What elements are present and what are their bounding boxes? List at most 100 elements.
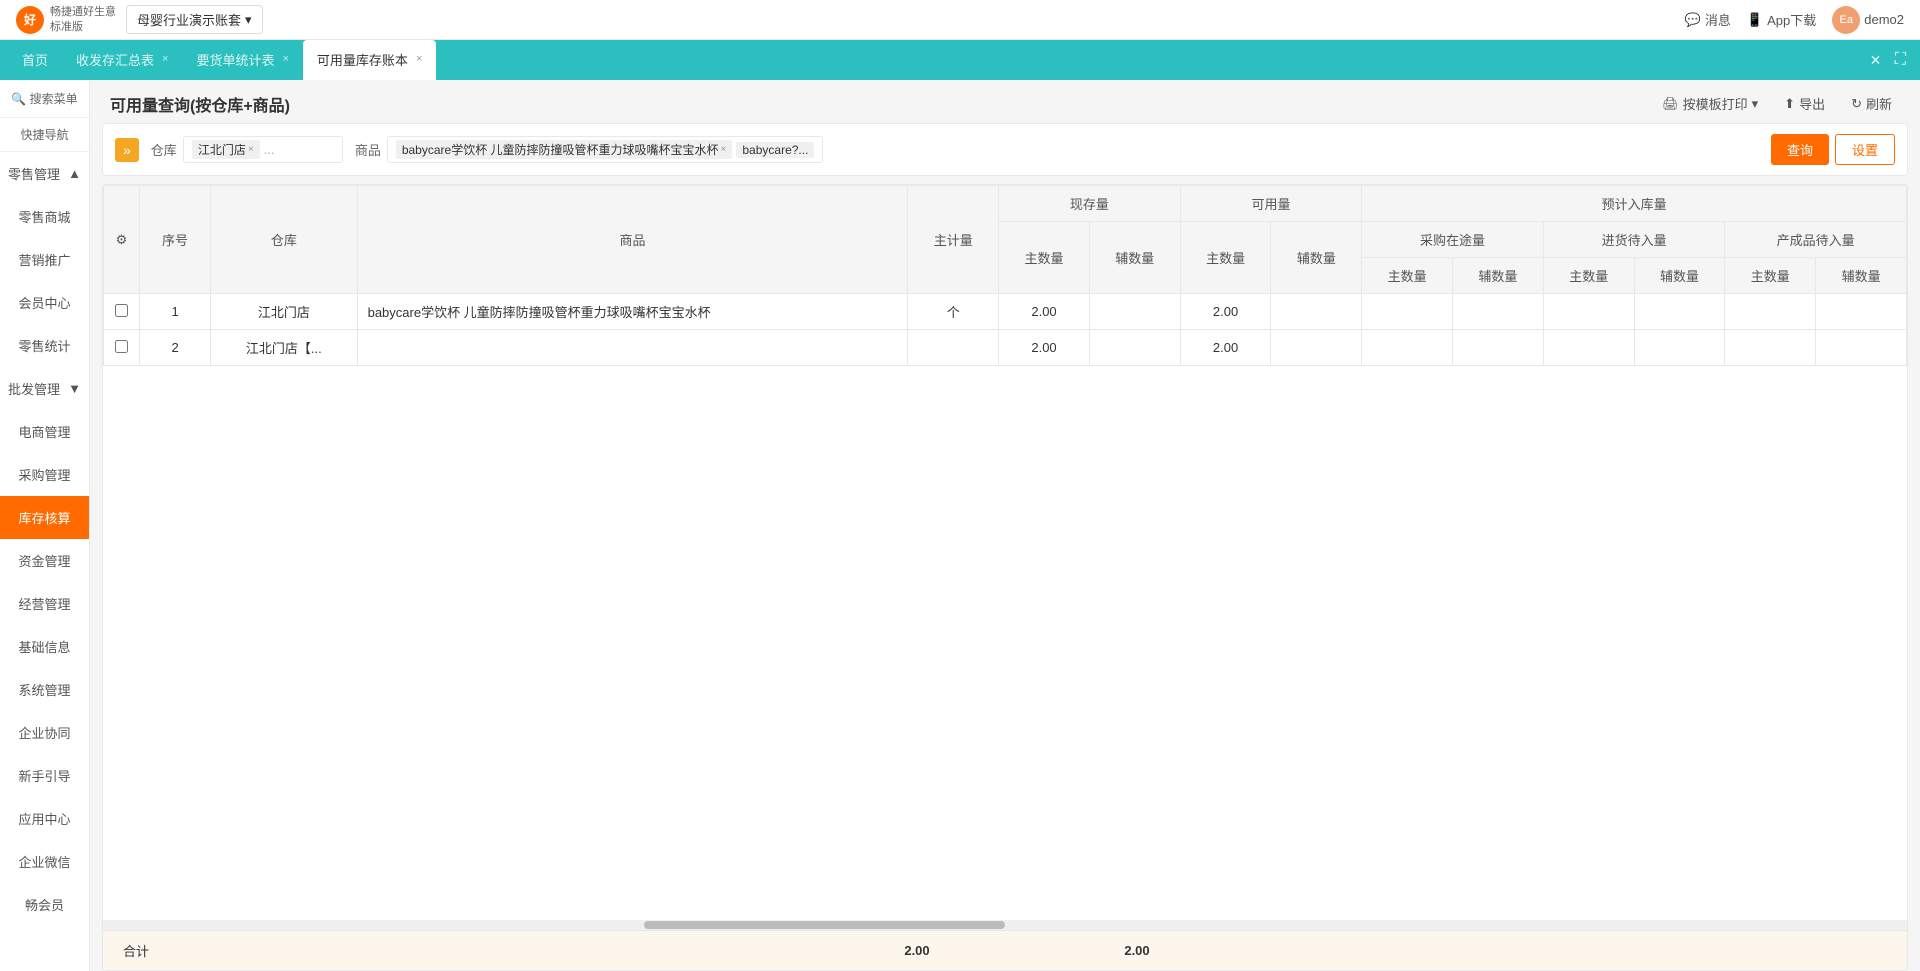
sidebar-item-inventory[interactable]: 库存核算	[0, 496, 89, 539]
cell-index: 2	[140, 330, 211, 366]
sidebar-item-operations[interactable]: 经营管理	[0, 582, 89, 625]
th-product-aux: 辅数量	[1816, 258, 1907, 294]
print-btn[interactable]: 🖨 按模板打印 ▾	[1654, 90, 1766, 117]
logo-text: 畅捷通好生意 标准版	[50, 5, 116, 34]
tab-close-order[interactable]: ×	[282, 53, 288, 65]
cell-main-unit: 个	[908, 294, 999, 330]
cell-warehouse: 江北门店	[211, 294, 357, 330]
cell-product	[357, 330, 908, 366]
message-icon: 💬	[1685, 12, 1701, 28]
cell-inbound-main	[1543, 294, 1634, 330]
product-tag-1-remove[interactable]: ×	[721, 144, 727, 155]
cell-product: babycare学饮杯 儿童防摔防撞吸管杯重力球吸嘴杯宝宝水杯	[357, 294, 908, 330]
main-layout: 🔍 搜索菜单 快捷导航 零售管理 ▲ 零售商城 营销推广 会员中心 零售统计 批…	[0, 80, 1920, 971]
cell-inbound-aux	[1634, 330, 1725, 366]
sidebar-item-enterprise-wechat[interactable]: 企业微信	[0, 840, 89, 883]
avatar: Ea	[1832, 6, 1860, 34]
top-bar: 好 畅捷通好生意 标准版 母婴行业演示账套 ▾ 💬 消息 📱 App下载 Ea …	[0, 0, 1920, 40]
filter-buttons: 查询 设置	[1771, 134, 1895, 165]
cell-product-main	[1725, 330, 1816, 366]
th-gear[interactable]: ⚙	[104, 186, 140, 294]
chevron-icon: ▲	[68, 166, 81, 181]
cell-avail-aux	[1271, 294, 1362, 330]
cell-avail-main: 2.00	[1180, 330, 1271, 366]
sidebar-item-basic[interactable]: 基础信息	[0, 625, 89, 668]
th-purchase-transit: 采购在途量	[1362, 222, 1544, 258]
sidebar-item-wholesale-mgmt[interactable]: 批发管理 ▼	[0, 367, 89, 410]
cell-stock-aux	[1089, 294, 1180, 330]
warehouse-tag-container[interactable]: 江北门店 × ...	[183, 136, 343, 163]
sidebar-item-enterprise[interactable]: 企业协同	[0, 711, 89, 754]
setting-button[interactable]: 设置	[1835, 134, 1895, 165]
th-purchase-aux: 辅数量	[1453, 258, 1544, 294]
app-icon: 📱	[1747, 12, 1763, 28]
summary-label: 合计	[113, 941, 273, 960]
sidebar-item-vip[interactable]: 畅会员	[0, 883, 89, 926]
sidebar-search[interactable]: 🔍 搜索菜单	[0, 80, 89, 118]
sidebar-item-newbie[interactable]: 新手引导	[0, 754, 89, 797]
table-area: ⚙ 序号 仓库 商品 主计量 现存量 可用量 预计入库量 主数量 辅数量 主数量	[102, 184, 1908, 971]
sidebar-item-app-center[interactable]: 应用中心	[0, 797, 89, 840]
sidebar-item-retail-mall[interactable]: 零售商城	[0, 195, 89, 238]
org-selector[interactable]: 母婴行业演示账套 ▾	[126, 5, 263, 34]
cell-main-unit	[908, 330, 999, 366]
scrollbar[interactable]	[103, 920, 1907, 930]
cell-stock-main: 2.00	[999, 330, 1090, 366]
nav-tabs: 首页 收发存汇总表 × 要货单统计表 × 可用量库存账本 × × ⛶	[0, 40, 1920, 80]
warehouse-more[interactable]: ...	[264, 142, 275, 157]
close-all-tabs-btn[interactable]: ×	[1862, 40, 1889, 80]
top-bar-right: 💬 消息 📱 App下载 Ea demo2	[1685, 6, 1904, 34]
print-chevron-icon: ▾	[1752, 96, 1759, 112]
data-table: ⚙ 序号 仓库 商品 主计量 现存量 可用量 预计入库量 主数量 辅数量 主数量	[103, 185, 1907, 366]
tab-close-available[interactable]: ×	[416, 53, 422, 65]
cell-purchase-aux	[1453, 294, 1544, 330]
sidebar-item-retail-mgmt[interactable]: 零售管理 ▲	[0, 152, 89, 195]
page-actions: 🖨 按模板打印 ▾ ⬆ 导出 ↻ 刷新	[1654, 90, 1900, 117]
sidebar-item-system[interactable]: 系统管理	[0, 668, 89, 711]
warehouse-filter: 仓库 江北门店 × ...	[151, 136, 343, 163]
bottom-summary: 合计 2.00 2.00	[103, 930, 1907, 970]
cell-product-aux	[1816, 294, 1907, 330]
summary-avail-main: 2.00	[1077, 943, 1197, 958]
scrollbar-thumb	[644, 921, 1005, 929]
expand-filter-btn[interactable]: »	[115, 138, 139, 162]
tab-home[interactable]: 首页	[8, 40, 62, 80]
refresh-icon: ↻	[1851, 96, 1862, 112]
message-btn[interactable]: 💬 消息	[1685, 10, 1731, 29]
sidebar-item-marketing[interactable]: 营销推广	[0, 238, 89, 281]
gear-icon: ⚙	[116, 232, 128, 247]
tab-receive[interactable]: 收发存汇总表 ×	[62, 40, 182, 80]
tab-order[interactable]: 要货单统计表 ×	[182, 40, 302, 80]
sidebar-item-retail-stats[interactable]: 零售统计	[0, 324, 89, 367]
query-button[interactable]: 查询	[1771, 134, 1829, 165]
th-index: 序号	[140, 186, 211, 294]
sidebar-quick-nav[interactable]: 快捷导航	[0, 118, 89, 152]
th-inbound-main: 主数量	[1543, 258, 1634, 294]
refresh-btn[interactable]: ↻ 刷新	[1843, 90, 1900, 117]
cell-checkbox[interactable]	[104, 330, 140, 366]
th-inbound-aux: 辅数量	[1634, 258, 1725, 294]
product-tag-container[interactable]: babycare学饮杯 儿童防摔防撞吸管杯重力球吸嘴杯宝宝水杯 × babyca…	[387, 136, 824, 163]
th-avail-main: 主数量	[1180, 222, 1271, 294]
sidebar-item-purchase[interactable]: 采购管理	[0, 453, 89, 496]
export-btn[interactable]: ⬆ 导出	[1776, 90, 1833, 117]
tab-close-receive[interactable]: ×	[162, 53, 168, 65]
sidebar-item-member[interactable]: 会员中心	[0, 281, 89, 324]
cell-product-main	[1725, 294, 1816, 330]
table-row: 1 江北门店 babycare学饮杯 儿童防摔防撞吸管杯重力球吸嘴杯宝宝水杯 个…	[104, 294, 1907, 330]
table-row: 2 江北门店【... 2.00 2.00	[104, 330, 1907, 366]
sidebar-item-finance[interactable]: 资金管理	[0, 539, 89, 582]
th-available: 可用量	[1180, 186, 1362, 222]
cell-avail-aux	[1271, 330, 1362, 366]
user-area[interactable]: Ea demo2	[1832, 6, 1904, 34]
warehouse-tag-remove[interactable]: ×	[248, 144, 254, 155]
tab-available[interactable]: 可用量库存账本 ×	[303, 40, 436, 80]
cell-stock-aux	[1089, 330, 1180, 366]
sidebar-item-ecommerce[interactable]: 电商管理	[0, 410, 89, 453]
expand-icon[interactable]: ⛶	[1889, 40, 1912, 80]
cell-checkbox[interactable]	[104, 294, 140, 330]
th-warehouse: 仓库	[211, 186, 357, 294]
cell-purchase-aux	[1453, 330, 1544, 366]
app-download-btn[interactable]: 📱 App下载	[1747, 10, 1816, 29]
export-icon: ⬆	[1784, 96, 1795, 112]
